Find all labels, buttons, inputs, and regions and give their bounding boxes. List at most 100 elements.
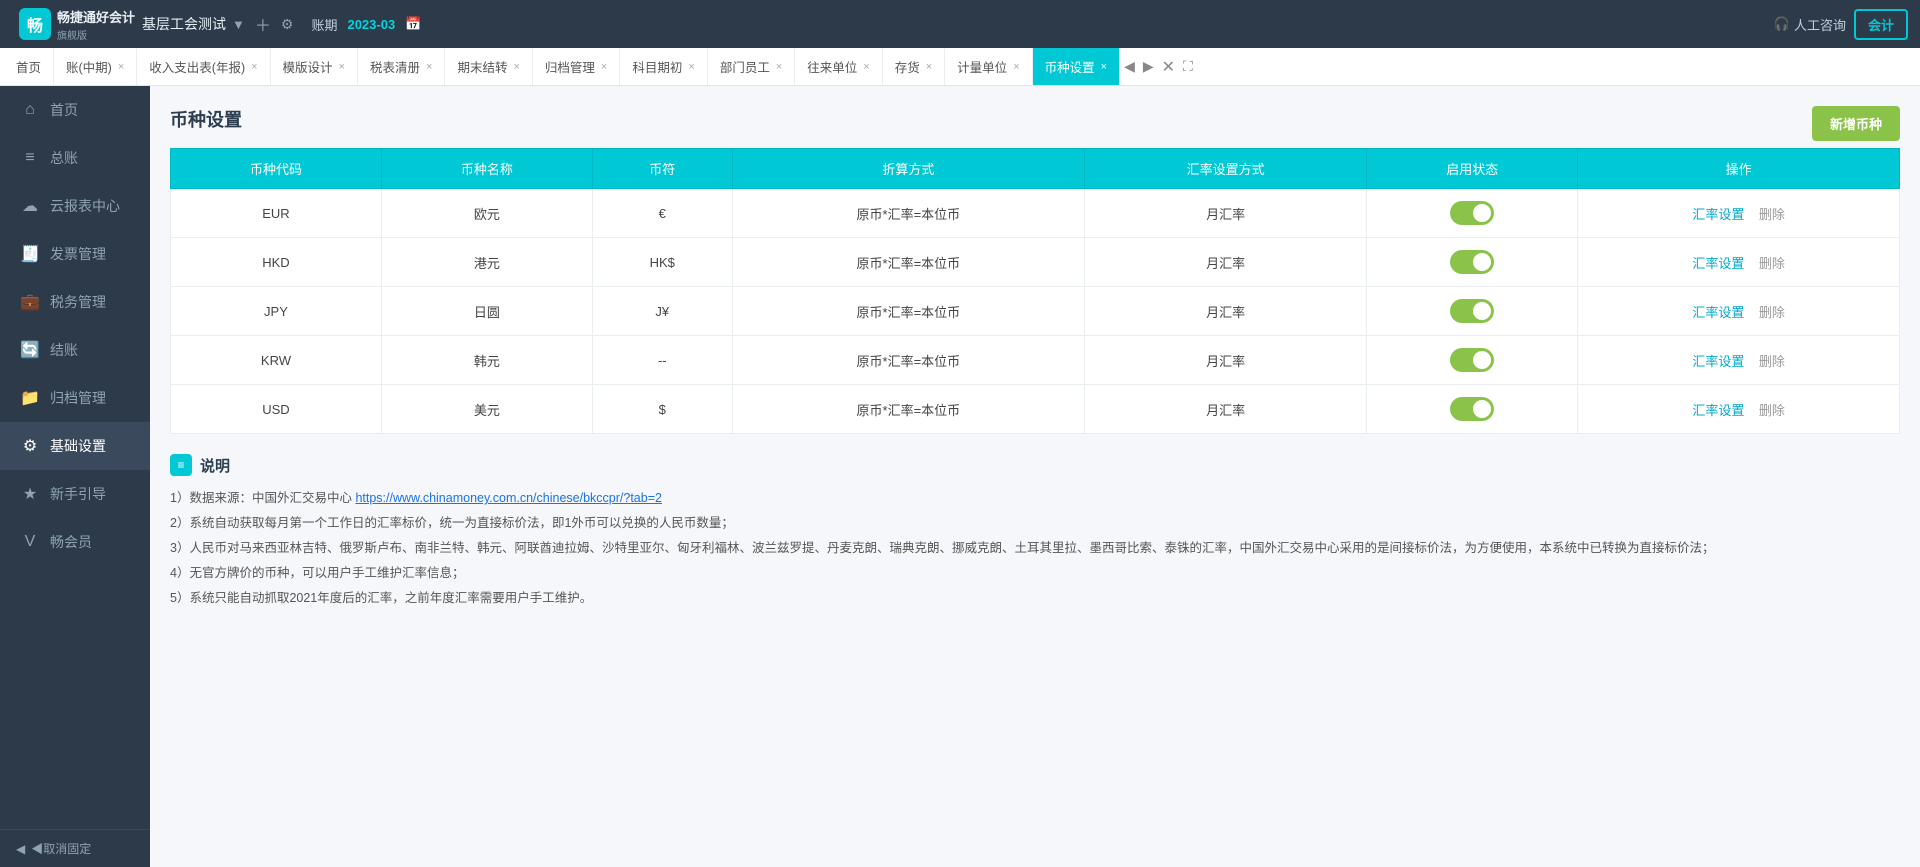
tab-period-close[interactable]: × <box>118 61 124 73</box>
tab-period-end-label: 期末结转 <box>457 57 507 76</box>
toggle-2[interactable] <box>1450 299 1494 323</box>
tab-unit-close[interactable]: × <box>1013 61 1019 73</box>
col-header-name: 币种名称 <box>381 149 592 189</box>
tab-partner-close[interactable]: × <box>863 61 869 73</box>
cell-name-1: 港元 <box>381 238 592 287</box>
pin-label: ◀取消固定 <box>31 840 91 857</box>
tab-inventory-close[interactable]: × <box>926 61 932 73</box>
delete-btn-4[interactable]: 删除 <box>1759 403 1785 418</box>
settings-gear-icon[interactable]: ⚙ <box>281 16 294 33</box>
archive-icon: 📁 <box>20 388 40 408</box>
tab-next-btn[interactable]: ▶ <box>1139 58 1158 75</box>
tab-tax-close[interactable]: × <box>426 61 432 73</box>
tax-icon: 💼 <box>20 292 40 312</box>
cell-rate-0: 月汇率 <box>1085 189 1367 238</box>
calendar-icon[interactable]: 📅 <box>405 16 421 32</box>
new-currency-button[interactable]: 新增币种 <box>1812 106 1900 141</box>
toggle-3[interactable] <box>1450 348 1494 372</box>
rate-setting-btn-2[interactable]: 汇率设置 <box>1692 305 1744 320</box>
sidebar-item-basic-settings[interactable]: ⚙ 基础设置 <box>0 422 150 470</box>
support-button[interactable]: 🎧 人工咨询 <box>1774 15 1846 34</box>
cell-ops-3: 汇率设置 删除 <box>1578 336 1900 385</box>
tab-home[interactable]: 首页 <box>4 48 54 86</box>
tab-period[interactable]: 账(中期) × <box>54 48 137 86</box>
tab-partner[interactable]: 往来单位 × <box>795 48 882 86</box>
toggle-1[interactable] <box>1450 250 1494 274</box>
tab-subject[interactable]: 科目期初 × <box>620 48 707 86</box>
sidebar-label-archive: 归档管理 <box>50 388 106 408</box>
sidebar-item-invoice[interactable]: 🧾 发票管理 <box>0 230 150 278</box>
col-header-ops: 操作 <box>1578 149 1900 189</box>
tab-period-end-close[interactable]: × <box>513 61 519 73</box>
cell-ops-1: 汇率设置 删除 <box>1578 238 1900 287</box>
account-button[interactable]: 会计 <box>1854 9 1908 40</box>
tab-report-close[interactable]: × <box>251 61 257 73</box>
cell-status-2 <box>1367 287 1578 336</box>
cell-symbol-0: € <box>592 189 732 238</box>
tab-currency-label: 币种设置 <box>1045 57 1095 76</box>
notes-icon: ≡ <box>170 454 192 476</box>
add-tab-btn[interactable]: ＋ <box>255 12 271 36</box>
tab-inventory-label: 存货 <box>895 57 920 76</box>
delete-btn-1[interactable]: 删除 <box>1759 256 1785 271</box>
chinamoney-link[interactable]: https://www.chinamoney.com.cn/chinese/bk… <box>355 491 662 505</box>
cell-rate-2: 月汇率 <box>1085 287 1367 336</box>
breadcrumb-area: 基层工会测试 ▼ ＋ ⚙ 账期 2023-03 📅 <box>142 12 1774 36</box>
sidebar-item-home[interactable]: ⌂ 首页 <box>0 86 150 134</box>
tab-close-all-btn[interactable]: ✕ <box>1158 57 1179 77</box>
cell-code-2: JPY <box>171 287 382 336</box>
sidebar-item-guide[interactable]: ★ 新手引导 <box>0 470 150 518</box>
dropdown-arrow[interactable]: ▼ <box>232 17 245 32</box>
rate-setting-btn-0[interactable]: 汇率设置 <box>1692 207 1744 222</box>
tab-template[interactable]: 模版设计 × <box>271 48 358 86</box>
tab-dept-close[interactable]: × <box>776 61 782 73</box>
tab-prev-btn[interactable]: ◀ <box>1120 58 1139 75</box>
delete-btn-0[interactable]: 删除 <box>1759 207 1785 222</box>
cell-code-0: EUR <box>171 189 382 238</box>
sidebar-label-settlement: 结账 <box>50 340 78 360</box>
cell-name-2: 日圆 <box>381 287 592 336</box>
tab-archive-label: 归档管理 <box>545 57 595 76</box>
tab-currency[interactable]: 币种设置 × <box>1033 48 1120 86</box>
tab-unit-label: 计量单位 <box>957 57 1007 76</box>
toggle-0[interactable] <box>1450 201 1494 225</box>
sidebar-item-report-center[interactable]: ☁ 云报表中心 <box>0 182 150 230</box>
tab-template-close[interactable]: × <box>339 61 345 73</box>
sidebar-label-guide: 新手引导 <box>50 484 106 504</box>
sidebar-item-member[interactable]: V 畅会员 <box>0 518 150 566</box>
tab-subject-close[interactable]: × <box>688 61 694 73</box>
sidebar-item-archive[interactable]: 📁 归档管理 <box>0 374 150 422</box>
cell-rate-1: 月汇率 <box>1085 238 1367 287</box>
rate-setting-btn-4[interactable]: 汇率设置 <box>1692 403 1744 418</box>
delete-btn-2[interactable]: 删除 <box>1759 305 1785 320</box>
tab-home-label: 首页 <box>16 57 41 76</box>
sidebar-item-ledger[interactable]: ≡ 总账 <box>0 134 150 182</box>
tab-currency-close[interactable]: × <box>1101 61 1107 73</box>
tab-archive-close[interactable]: × <box>601 61 607 73</box>
tab-unit[interactable]: 计量单位 × <box>945 48 1032 86</box>
toggle-4[interactable] <box>1450 397 1494 421</box>
delete-btn-3[interactable]: 删除 <box>1759 354 1785 369</box>
table-row: USD 美元 $ 原币*汇率=本位币 月汇率 汇率设置 删除 <box>171 385 1900 434</box>
tab-template-label: 模版设计 <box>283 57 333 76</box>
app-logo: 畅 <box>19 8 51 40</box>
tab-report[interactable]: 收入支出表(年报) × <box>137 48 270 86</box>
settlement-icon: 🔄 <box>20 340 40 360</box>
cell-calc-3: 原币*汇率=本位币 <box>732 336 1084 385</box>
rate-setting-btn-1[interactable]: 汇率设置 <box>1692 256 1744 271</box>
tab-period-end[interactable]: 期末结转 × <box>445 48 532 86</box>
tab-tax[interactable]: 税表清册 × <box>358 48 445 86</box>
cell-name-4: 美元 <box>381 385 592 434</box>
tab-dept-label: 部门员工 <box>720 57 770 76</box>
sidebar-item-settlement[interactable]: 🔄 结账 <box>0 326 150 374</box>
sidebar-pin-toggle[interactable]: ◀ ◀取消固定 <box>0 829 150 867</box>
support-label: 人工咨询 <box>1794 15 1846 34</box>
tab-dept[interactable]: 部门员工 × <box>708 48 795 86</box>
sidebar-item-tax[interactable]: 💼 税务管理 <box>0 278 150 326</box>
tab-period-label: 账(中期) <box>66 57 112 76</box>
tab-inventory[interactable]: 存货 × <box>883 48 945 86</box>
rate-setting-btn-3[interactable]: 汇率设置 <box>1692 354 1744 369</box>
header-right: 🎧 人工咨询 会计 <box>1774 9 1908 40</box>
tab-archive[interactable]: 归档管理 × <box>533 48 620 86</box>
tab-expand-btn[interactable]: ⛶ <box>1179 58 1197 75</box>
